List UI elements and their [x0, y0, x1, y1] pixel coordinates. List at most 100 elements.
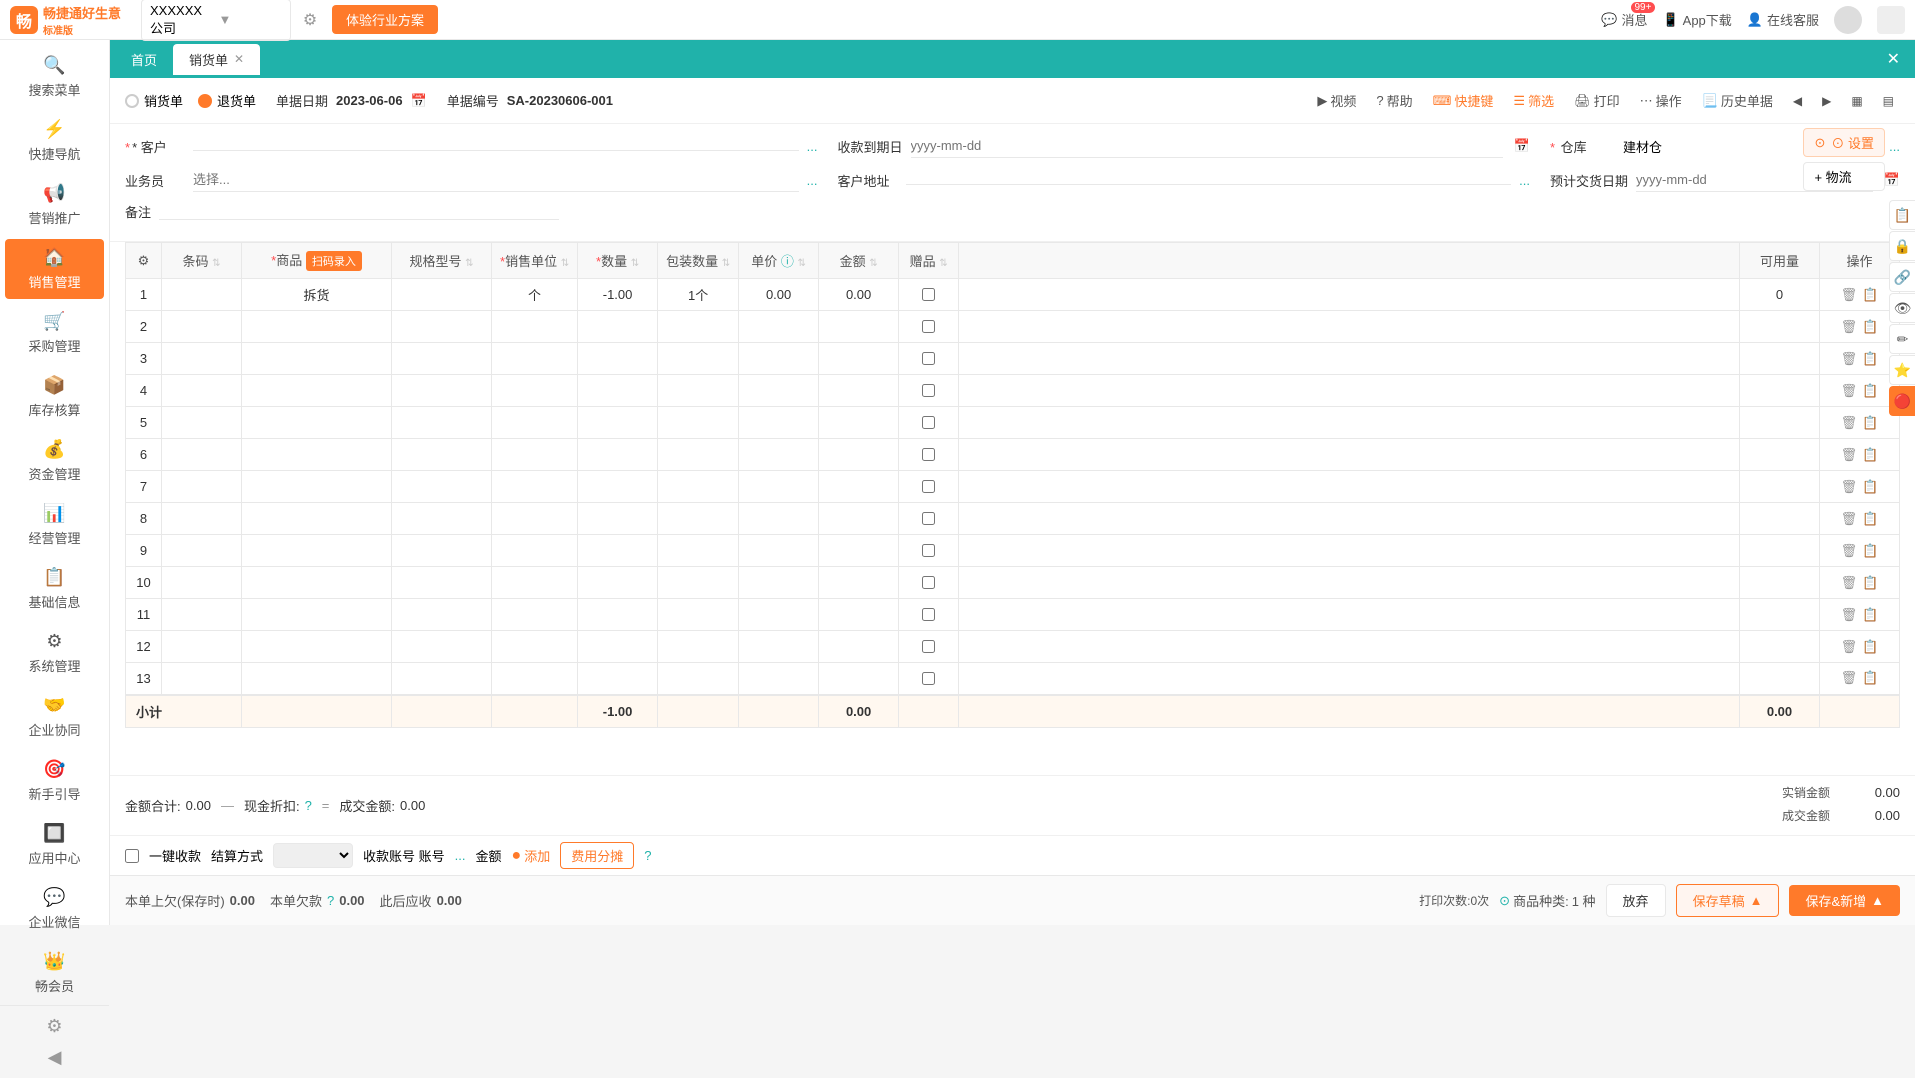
save-new-button[interactable]: 保存&新增 ▲ — [1789, 885, 1900, 916]
cell-unit-0[interactable]: 个 — [492, 279, 578, 311]
cell-spec-8[interactable] — [392, 535, 492, 567]
customer-addr-dots[interactable]: ... — [1519, 173, 1530, 188]
cell-gift-5[interactable] — [899, 439, 959, 471]
cell-spec-11[interactable] — [392, 631, 492, 663]
salesperson-dots[interactable]: ... — [807, 173, 818, 188]
history-btn[interactable]: 📃 历史单据 — [1696, 88, 1779, 113]
sidebar-item-shortcut[interactable]: ⚡ 快捷导航 — [5, 111, 104, 171]
delete-icon-11[interactable]: 🗑 — [1841, 639, 1858, 655]
cell-amount-4[interactable] — [819, 407, 899, 439]
cell-barcode-6[interactable] — [162, 471, 242, 503]
grid-view2-btn[interactable]: ▤ — [1877, 91, 1900, 111]
avatar[interactable] — [1834, 6, 1862, 34]
cell-barcode-10[interactable] — [162, 599, 242, 631]
cell-gift-1[interactable] — [899, 311, 959, 343]
cell-spec-3[interactable] — [392, 375, 492, 407]
cell-price-10[interactable] — [739, 599, 819, 631]
delete-icon-2[interactable]: 🗑 — [1841, 351, 1858, 367]
cell-pkg-qty-7[interactable] — [658, 503, 739, 535]
payment-date-input[interactable] — [911, 134, 1503, 158]
cell-amount-2[interactable] — [819, 343, 899, 375]
tab-close-icon[interactable]: ✕ — [234, 52, 244, 66]
cell-pkg-qty-5[interactable] — [658, 439, 739, 471]
cell-amount-0[interactable]: 0.00 — [819, 279, 899, 311]
cell-amount-6[interactable] — [819, 471, 899, 503]
save-draft-button[interactable]: 保存草稿 ▲ — [1676, 884, 1780, 917]
cell-product-12[interactable] — [242, 663, 392, 695]
scan-barcode-button[interactable]: 扫码录入 — [306, 251, 362, 271]
copy-icon-2[interactable]: 📋 — [1862, 351, 1878, 367]
calendar-icon[interactable]: 📅 — [411, 93, 427, 109]
one-click-checkbox[interactable] — [125, 849, 139, 863]
cell-barcode-11[interactable] — [162, 631, 242, 663]
video-btn[interactable]: ▶ 视频 — [1311, 88, 1362, 113]
cell-barcode-0[interactable] — [162, 279, 242, 311]
cell-pkg-qty-2[interactable] — [658, 343, 739, 375]
app-download-btn[interactable]: 📱 App下载 — [1662, 10, 1731, 29]
cell-product-7[interactable] — [242, 503, 392, 535]
cell-price-7[interactable] — [739, 503, 819, 535]
operation-btn[interactable]: ⋯ 操作 — [1634, 88, 1688, 113]
cell-product-1[interactable] — [242, 311, 392, 343]
cell-gift-12[interactable] — [899, 663, 959, 695]
copy-icon-4[interactable]: 📋 — [1862, 415, 1878, 431]
cell-spec-0[interactable] — [392, 279, 492, 311]
sidebar-item-member[interactable]: 👑 畅会员 — [5, 943, 104, 1003]
copy-icon-8[interactable]: 📋 — [1862, 543, 1878, 559]
cell-unit-10[interactable] — [492, 599, 578, 631]
cell-unit-9[interactable] — [492, 567, 578, 599]
cell-qty-7[interactable] — [578, 503, 658, 535]
cell-barcode-9[interactable] — [162, 567, 242, 599]
sidebar-item-inventory[interactable]: 📦 库存核算 — [5, 367, 104, 427]
sort-barcode[interactable]: ⇅ — [212, 258, 220, 269]
cell-pkg-qty-4[interactable] — [658, 407, 739, 439]
cell-barcode-1[interactable] — [162, 311, 242, 343]
sidebar-item-appstore[interactable]: 🔲 应用中心 — [5, 815, 104, 875]
cell-gift-11[interactable] — [899, 631, 959, 663]
cell-pkg-qty-0[interactable]: 1个 — [658, 279, 739, 311]
company-select[interactable]: XXXXXX公司 ▼ — [141, 0, 291, 41]
cash-discount-icon[interactable]: ? — [305, 798, 312, 813]
copy-icon-12[interactable]: 📋 — [1862, 670, 1878, 686]
cell-amount-1[interactable] — [819, 311, 899, 343]
expense-split-button[interactable]: 费用分摊 — [560, 842, 634, 869]
cell-unit-12[interactable] — [492, 663, 578, 695]
copy-icon-10[interactable]: 📋 — [1862, 607, 1878, 623]
cell-spec-12[interactable] — [392, 663, 492, 695]
current-lack-help[interactable]: ? — [327, 893, 334, 908]
cell-spec-2[interactable] — [392, 343, 492, 375]
panel-btn-4[interactable]: 👁 — [1889, 293, 1915, 323]
tab-sales-order[interactable]: 销货单 ✕ — [173, 44, 260, 75]
sidebar-item-purchase[interactable]: 🛒 采购管理 — [5, 303, 104, 363]
cell-price-0[interactable]: 0.00 — [739, 279, 819, 311]
cell-amount-8[interactable] — [819, 535, 899, 567]
cell-qty-10[interactable] — [578, 599, 658, 631]
cell-amount-3[interactable] — [819, 375, 899, 407]
delete-icon-1[interactable]: 🗑 — [1841, 319, 1858, 335]
cell-barcode-2[interactable] — [162, 343, 242, 375]
print-btn[interactable]: 🖨 打印 — [1568, 88, 1626, 113]
sort-qty[interactable]: ⇅ — [631, 258, 639, 269]
add-payment-button[interactable]: ● 添加 — [512, 846, 551, 865]
online-service-btn[interactable]: 👤 在线客服 — [1747, 10, 1819, 29]
sidebar-item-finance[interactable]: 💰 资金管理 — [5, 431, 104, 491]
cell-qty-3[interactable] — [578, 375, 658, 407]
copy-icon-7[interactable]: 📋 — [1862, 511, 1878, 527]
panel-btn-6[interactable]: ⭐ — [1889, 355, 1915, 385]
sidebar-item-marketing[interactable]: 📢 营销推广 — [5, 175, 104, 235]
copy-icon-3[interactable]: 📋 — [1862, 383, 1878, 399]
discard-button[interactable]: 放弃 — [1606, 884, 1666, 917]
cell-price-9[interactable] — [739, 567, 819, 599]
copy-icon-5[interactable]: 📋 — [1862, 447, 1878, 463]
cell-spec-10[interactable] — [392, 599, 492, 631]
cell-spec-6[interactable] — [392, 471, 492, 503]
tab-home[interactable]: 首页 — [115, 44, 173, 75]
cell-gift-8[interactable] — [899, 535, 959, 567]
sort-unit[interactable]: ⇅ — [561, 258, 569, 269]
cell-spec-5[interactable] — [392, 439, 492, 471]
sidebar-item-enterprise[interactable]: 🤝 企业协同 — [5, 687, 104, 747]
radio-return[interactable]: 退货单 — [198, 91, 256, 110]
delete-icon-3[interactable]: 🗑 — [1841, 383, 1858, 399]
cell-qty-12[interactable] — [578, 663, 658, 695]
payment-date-calendar-icon[interactable]: 📅 — [1514, 138, 1530, 154]
